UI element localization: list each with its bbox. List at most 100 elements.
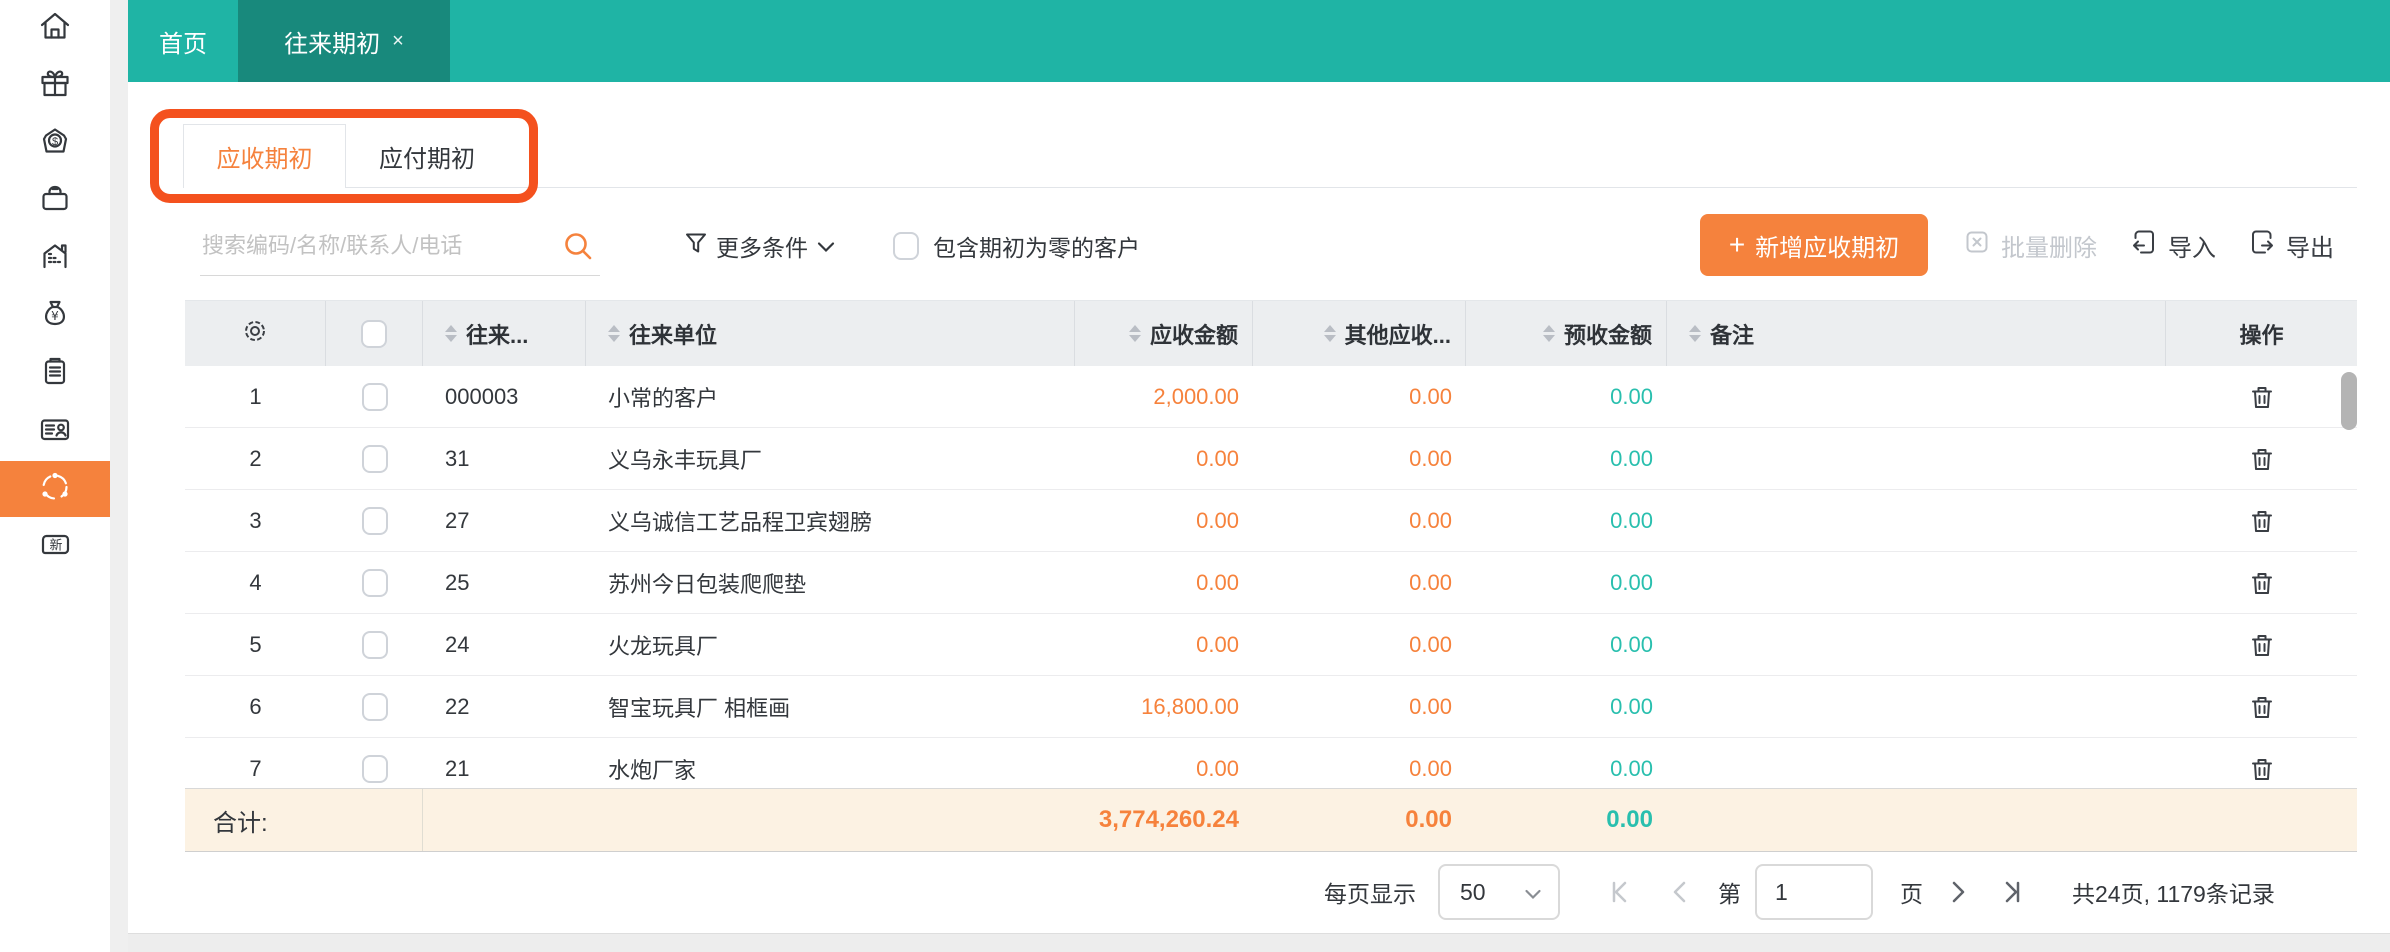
row-code: 27: [423, 490, 586, 551]
table-row[interactable]: 2 31 义乌永丰玩具厂 0.00 0.00 0.00: [185, 428, 2357, 490]
batch-delete-label: 批量删除: [2001, 228, 2097, 263]
column-header-prepaid[interactable]: 预收金额: [1466, 301, 1667, 366]
row-checkbox[interactable]: [362, 383, 388, 411]
close-tab-icon[interactable]: ×: [392, 31, 404, 51]
sort-icon[interactable]: [1324, 325, 1336, 342]
select-all-checkbox-cell: [326, 301, 423, 366]
delete-row-button[interactable]: [2249, 631, 2275, 659]
tab-home[interactable]: 首页: [128, 0, 238, 82]
table-row[interactable]: 5 24 火龙玩具厂 0.00 0.00 0.00: [185, 614, 2357, 676]
row-checkbox-cell: [326, 490, 423, 551]
sidebar-item-contacts[interactable]: [0, 403, 110, 459]
include-zero-filter: 包含期初为零的客户: [893, 216, 1140, 276]
sort-icon[interactable]: [608, 325, 620, 342]
page-size-value: 50: [1460, 879, 1486, 906]
row-prepaid: 0.00: [1466, 428, 1667, 489]
table-row[interactable]: 3 27 义乌诚信工艺品程卫宾翅膀 0.00 0.00 0.00: [185, 490, 2357, 552]
delete-row-button[interactable]: [2249, 507, 2275, 535]
sidebar-item-sales[interactable]: $: [0, 115, 110, 171]
sidebar-item-finance[interactable]: ¥: [0, 287, 110, 343]
sort-icon[interactable]: [1689, 325, 1701, 342]
delete-row-button[interactable]: [2249, 569, 2275, 597]
sidebar-item-purchase[interactable]: [0, 172, 110, 228]
row-code: 31: [423, 428, 586, 489]
new-badge-icon: 新: [36, 525, 74, 568]
row-prepaid: 0.00: [1466, 614, 1667, 675]
row-index: 5: [185, 614, 326, 675]
prev-page-button[interactable]: [1668, 852, 1690, 932]
column-settings[interactable]: [185, 301, 326, 366]
add-receivable-opening-button[interactable]: + 新增应收期初: [1700, 214, 1928, 276]
sidebar-divider: [110, 0, 128, 952]
top-tab-bar: 首页 往来期初 ×: [128, 0, 2390, 82]
row-checkbox[interactable]: [362, 693, 388, 721]
row-other-receivable: 0.00: [1253, 614, 1466, 675]
batch-delete-button[interactable]: 批量删除: [1963, 214, 2097, 276]
first-page-button[interactable]: [1606, 852, 1632, 932]
subtab-payable-opening[interactable]: 应付期初: [346, 124, 508, 188]
page-number-input[interactable]: [1755, 864, 1873, 920]
sort-icon[interactable]: [445, 325, 457, 342]
row-unit-name: 苏州今日包装爬爬垫: [586, 552, 1075, 613]
sidebar-item-new-features[interactable]: 新: [0, 518, 110, 574]
table-row[interactable]: 1 000003 小常的客户 2,000.00 0.00 0.00: [185, 366, 2357, 428]
subtab-receivable-opening[interactable]: 应收期初: [183, 124, 346, 188]
column-header-receivable[interactable]: 应收金额: [1075, 301, 1253, 366]
row-checkbox-cell: [326, 366, 423, 427]
column-header-unit[interactable]: 往来单位: [586, 301, 1075, 366]
svg-text:新: 新: [49, 537, 62, 552]
sidebar-item-home[interactable]: [0, 0, 110, 56]
warehouse-icon: [36, 237, 74, 280]
row-code: 24: [423, 614, 586, 675]
row-checkbox[interactable]: [362, 445, 388, 473]
row-checkbox[interactable]: [362, 507, 388, 535]
search-input[interactable]: [200, 216, 600, 276]
row-prepaid: 0.00: [1466, 552, 1667, 613]
tab-contacts-opening[interactable]: 往来期初 ×: [238, 0, 450, 82]
sidebar-item-contacts-opening[interactable]: [0, 461, 110, 517]
row-note: [1667, 738, 2166, 788]
next-page-button[interactable]: [1948, 852, 1970, 932]
table-row[interactable]: 6 22 智宝玩具厂 相框画 16,800.00 0.00 0.00: [185, 676, 2357, 738]
sidebar-item-warehouse[interactable]: [0, 230, 110, 286]
last-page-button[interactable]: [2000, 852, 2026, 932]
row-checkbox[interactable]: [362, 755, 388, 783]
sales-house-icon: $: [36, 122, 74, 165]
sidebar-item-gift[interactable]: [0, 57, 110, 113]
delete-row-button[interactable]: [2249, 755, 2275, 783]
row-checkbox[interactable]: [362, 569, 388, 597]
export-button[interactable]: 导出: [2248, 214, 2334, 276]
table-row[interactable]: 4 25 苏州今日包装爬爬垫 0.00 0.00 0.00: [185, 552, 2357, 614]
delete-row-button[interactable]: [2249, 693, 2275, 721]
sidebar-item-orders[interactable]: [0, 345, 110, 401]
delete-row-button[interactable]: [2249, 445, 2275, 473]
import-icon: [2130, 227, 2158, 264]
row-index: 6: [185, 676, 326, 737]
total-prepaid: 0.00: [1466, 789, 1667, 851]
column-header-other[interactable]: 其他应收...: [1253, 301, 1466, 366]
select-all-checkbox[interactable]: [361, 320, 387, 348]
money-bag-icon: ¥: [36, 294, 74, 337]
row-checkbox-cell: [326, 428, 423, 489]
include-zero-label: 包含期初为零的客户: [933, 229, 1140, 263]
row-note: [1667, 676, 2166, 737]
row-checkbox[interactable]: [362, 631, 388, 659]
import-label: 导入: [2168, 228, 2216, 263]
column-header-code[interactable]: 往来...: [423, 301, 586, 366]
row-other-receivable: 0.00: [1253, 490, 1466, 551]
row-index: 1: [185, 366, 326, 427]
sort-icon[interactable]: [1543, 325, 1555, 342]
row-unit-name: 火龙玩具厂: [586, 614, 1075, 675]
table-row[interactable]: 7 21 水炮厂家 0.00 0.00 0.00: [185, 738, 2357, 788]
include-zero-checkbox[interactable]: [893, 232, 919, 260]
column-header-note[interactable]: 备注: [1667, 301, 2166, 366]
table-header: 往来... 往来单位 应收金额 其他应收... 预收金额 备注 操作: [185, 300, 2357, 366]
delete-row-button[interactable]: [2249, 383, 2275, 411]
search-icon[interactable]: [560, 228, 596, 269]
table-scrollbar-thumb[interactable]: [2341, 372, 2357, 430]
sort-icon[interactable]: [1129, 325, 1141, 342]
page-size-select[interactable]: 50: [1438, 864, 1560, 920]
import-button[interactable]: 导入: [2130, 214, 2216, 276]
row-note: [1667, 490, 2166, 551]
more-filters-button[interactable]: 更多条件: [684, 216, 836, 276]
